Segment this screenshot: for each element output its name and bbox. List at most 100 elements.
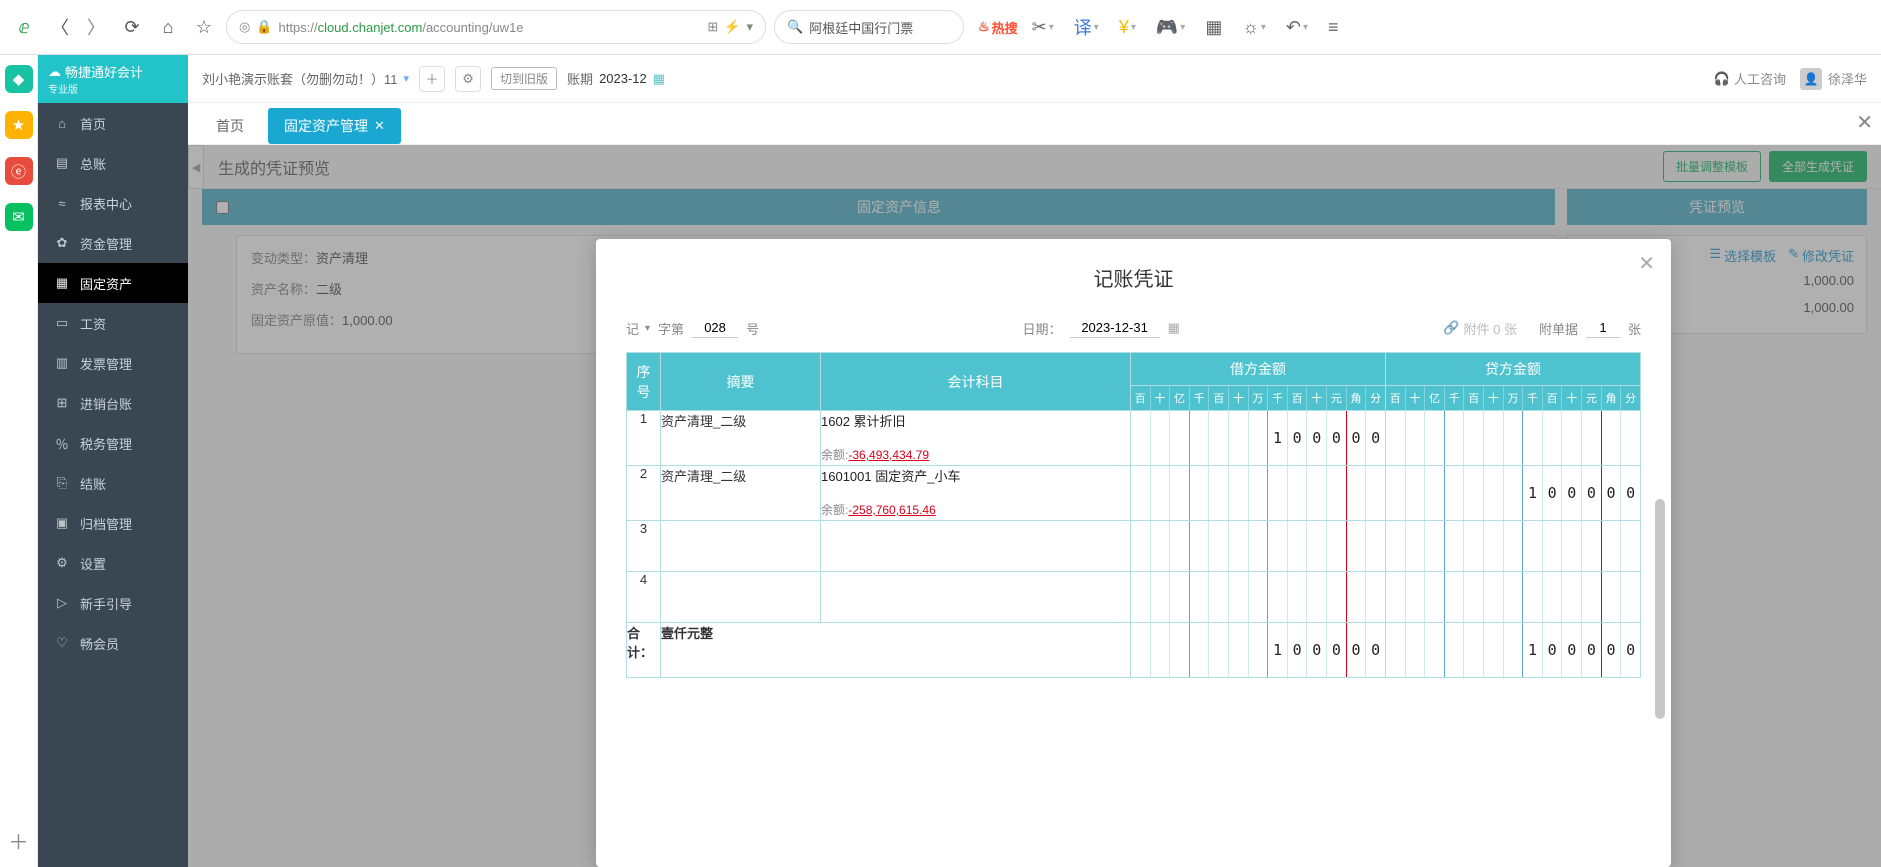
lock-icon: 🔒 xyxy=(256,19,272,35)
rail-app-2[interactable]: ★ xyxy=(5,111,33,139)
browser-search[interactable]: 🔍 阿根廷中国行门票 xyxy=(774,10,964,44)
sidebar-item-畅会员[interactable]: ♡畅会员 xyxy=(38,623,188,663)
page-tabs: 首页 固定资产管理 ✕ xyxy=(188,103,1881,145)
debit-digit-headers: 百十亿千百十万千百十元角分 xyxy=(1131,386,1386,411)
voucher-date-input[interactable] xyxy=(1070,318,1160,338)
voucher-type-selector[interactable]: 记▾ xyxy=(626,319,650,338)
row-account[interactable] xyxy=(821,572,1131,623)
row-credit[interactable]: 100000 xyxy=(1386,466,1641,521)
sidebar-item-报表中心[interactable]: ≈报表中心 xyxy=(38,183,188,223)
menu-icon[interactable]: ≡ xyxy=(1322,17,1345,38)
tab-fixed-assets[interactable]: 固定资产管理 ✕ xyxy=(268,108,401,144)
nav-label: 设置 xyxy=(80,554,106,573)
voucher-number-input[interactable] xyxy=(692,318,738,338)
hot-search-badge[interactable]: ♨热搜 xyxy=(978,18,1018,37)
row-summary[interactable] xyxy=(661,521,821,572)
url-dropdown-icon[interactable]: ▾ xyxy=(746,19,753,35)
nav-icon: ⚙ xyxy=(54,555,70,571)
user-menu[interactable]: 👤徐泽华 xyxy=(1800,68,1867,90)
row-credit[interactable] xyxy=(1386,572,1641,623)
row-summary[interactable]: 资产清理_二级 xyxy=(661,411,821,466)
row-account[interactable]: 1602 累计折旧余额:-36,493,434.79 xyxy=(821,411,1131,466)
row-account[interactable]: 1601001 固定资产_小车余额:-258,760,615.46 xyxy=(821,466,1131,521)
row-summary[interactable] xyxy=(661,572,821,623)
brightness-icon[interactable]: ☼▾ xyxy=(1236,17,1272,38)
sidebar-item-税务管理[interactable]: ％税务管理 xyxy=(38,423,188,463)
credit-digit-headers: 百十亿千百十万千百十元角分 xyxy=(1386,386,1641,411)
support-link[interactable]: 🎧人工咨询 xyxy=(1714,69,1786,88)
account-name: 刘小艳演示账套（勿删勿动！）11 xyxy=(202,69,398,88)
period-label: 账期 xyxy=(567,69,593,88)
app-brand: ☁畅捷通好会计 专业版 xyxy=(38,55,188,103)
sidebar-item-资金管理[interactable]: ✿资金管理 xyxy=(38,223,188,263)
row-credit[interactable] xyxy=(1386,411,1641,466)
url-bar[interactable]: ◎ 🔒 https://cloud.chanjet.com/accounting… xyxy=(226,10,766,44)
scissors-icon[interactable]: ✂▾ xyxy=(1026,17,1060,38)
sidebar-item-固定资产[interactable]: ▦固定资产 xyxy=(38,263,188,303)
settings-mini-button[interactable]: ⚙ xyxy=(455,66,481,92)
row-summary[interactable]: 资产清理_二级 xyxy=(661,466,821,521)
voucher-row[interactable]: 2资产清理_二级1601001 固定资产_小车余额:-258,760,615.4… xyxy=(627,466,1641,521)
sidebar-item-新手引导[interactable]: ▷新手引导 xyxy=(38,583,188,623)
brand-name: 畅捷通好会计 xyxy=(65,62,143,81)
rail-app-weibo[interactable]: ⓔ xyxy=(5,157,33,185)
back-icon[interactable]: 〈 xyxy=(46,13,74,41)
sidebar-item-发票管理[interactable]: ▥发票管理 xyxy=(38,343,188,383)
cloud-icon: ☁ xyxy=(48,64,61,80)
nav-icon: ⎘ xyxy=(54,475,70,491)
apps-icon[interactable]: ▦ xyxy=(1199,17,1228,38)
star-icon[interactable]: ☆ xyxy=(190,13,218,41)
home-icon[interactable]: ⌂ xyxy=(154,13,182,41)
rail-add-icon[interactable]: ＋ xyxy=(9,826,29,855)
search-icon: 🔍 xyxy=(787,19,803,35)
reload-icon[interactable]: ⟳ xyxy=(118,13,146,41)
scrollbar-thumb[interactable] xyxy=(1655,499,1665,719)
sidebar-item-归档管理[interactable]: ▣归档管理 xyxy=(38,503,188,543)
voucher-row[interactable]: 4 xyxy=(627,572,1641,623)
period-picker[interactable]: 账期 2023-12 ▦ xyxy=(567,69,665,88)
row-debit[interactable] xyxy=(1131,521,1386,572)
switch-old-button[interactable]: 切到旧版 xyxy=(491,67,557,90)
bolt-icon[interactable]: ⚡ xyxy=(724,19,740,35)
voucher-row[interactable]: 3 xyxy=(627,521,1641,572)
row-debit[interactable] xyxy=(1131,466,1386,521)
nav-label: 工资 xyxy=(80,314,106,333)
voucher-row[interactable]: 1资产清理_二级1602 累计折旧余额:-36,493,434.79100000 xyxy=(627,411,1641,466)
translate-icon[interactable]: 译▾ xyxy=(1068,14,1105,40)
panel-close-icon[interactable]: ✕ xyxy=(1856,110,1873,135)
tab-close-icon[interactable]: ✕ xyxy=(374,118,385,134)
sidebar-item-工资[interactable]: ▭工资 xyxy=(38,303,188,343)
attachment-link[interactable]: 🔗附件 0 张 xyxy=(1443,319,1517,338)
row-debit[interactable] xyxy=(1131,572,1386,623)
row-debit[interactable]: 100000 xyxy=(1131,411,1386,466)
period-value: 2023-12 xyxy=(599,71,647,86)
add-button[interactable]: ＋ xyxy=(419,66,445,92)
app-sidebar: ☁畅捷通好会计 专业版 ⌂首页▤总账≈报表中心✿资金管理▦固定资产▭工资▥发票管… xyxy=(38,55,188,867)
nav-icon: ▦ xyxy=(54,275,70,291)
nav-label: 总账 xyxy=(80,154,106,173)
coin-icon[interactable]: ¥▾ xyxy=(1113,17,1142,38)
search-placeholder: 阿根廷中国行门票 xyxy=(809,18,913,37)
game-icon[interactable]: 🎮▾ xyxy=(1150,17,1191,38)
col-index: 序号 xyxy=(627,353,661,411)
sidebar-item-设置[interactable]: ⚙ 设置 xyxy=(38,543,188,583)
slip-count-input[interactable] xyxy=(1586,318,1620,338)
calendar-icon[interactable]: ▦ xyxy=(1168,320,1180,336)
tab-home[interactable]: 首页 xyxy=(200,108,260,144)
calendar-icon: ▦ xyxy=(653,71,665,87)
undo-icon[interactable]: ↶▾ xyxy=(1280,17,1314,38)
account-dropdown[interactable]: 刘小艳演示账套（勿删勿动！）11 ▾ xyxy=(202,69,409,88)
sidebar-item-总账[interactable]: ▤总账 xyxy=(38,143,188,183)
nav-label: 报表中心 xyxy=(80,194,132,213)
row-account[interactable] xyxy=(821,521,1131,572)
rail-app-1[interactable]: ◆ xyxy=(5,65,33,93)
modal-close-icon[interactable]: ✕ xyxy=(1638,251,1655,276)
sidebar-item-进销台账[interactable]: ⊞进销台账 xyxy=(38,383,188,423)
sidebar-item-结账[interactable]: ⎘结账 xyxy=(38,463,188,503)
sidebar-item-首页[interactable]: ⌂首页 xyxy=(38,103,188,143)
voucher-modal: ✕ 记账凭证 记▾ 字第 号 日期： ▦ 🔗附件 0 张 附单据 xyxy=(596,239,1671,867)
rail-app-mail[interactable]: ✉ xyxy=(5,203,33,231)
forward-icon[interactable]: 〉 xyxy=(82,13,110,41)
qr-icon[interactable]: ⊞ xyxy=(707,19,718,35)
row-credit[interactable] xyxy=(1386,521,1641,572)
